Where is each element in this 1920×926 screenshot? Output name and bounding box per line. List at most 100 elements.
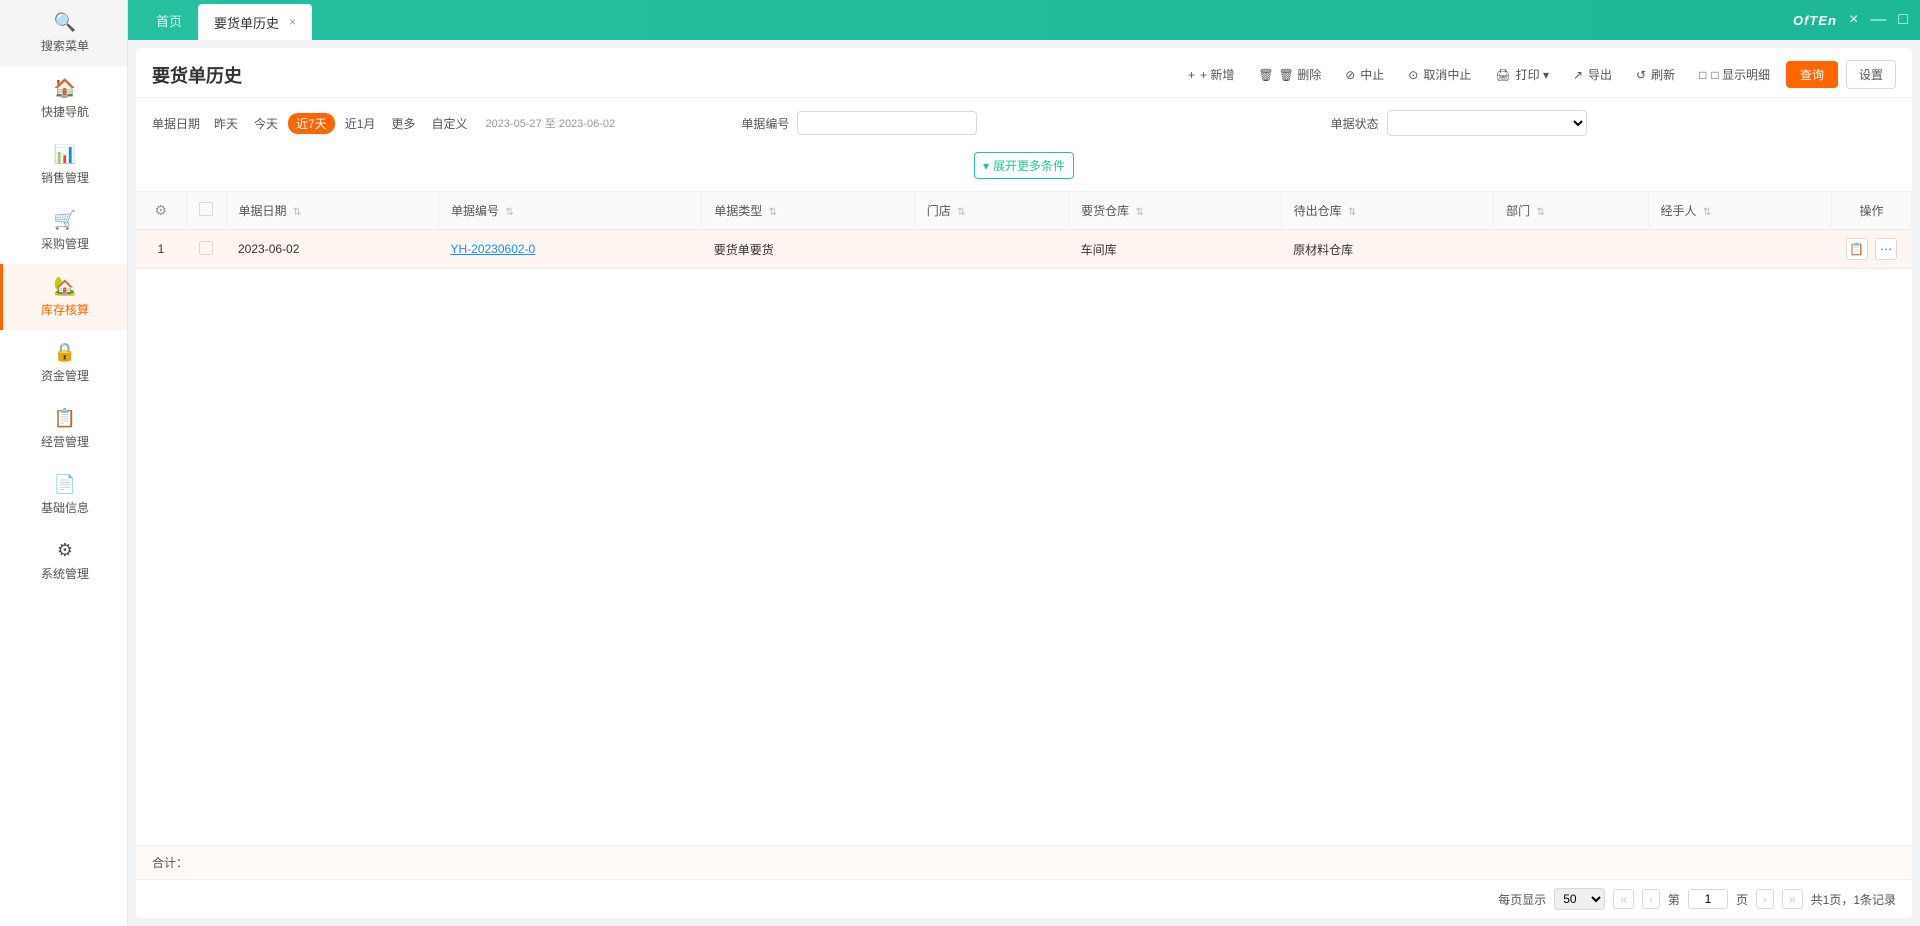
per-page-select[interactable]: 50 20 100 [1554,888,1605,910]
sort-icon-req-warehouse[interactable]: ⇅ [1136,207,1144,218]
tab-home[interactable]: 首页 [140,0,198,40]
sidebar-item-label: 销售管理 [41,169,89,186]
order-no-label: 单据编号 [741,115,789,132]
order-no-filter: 单据编号 [741,111,1306,135]
stop-button[interactable]: ⊘ 中止 [1337,62,1392,87]
row-num: 1 [136,230,186,269]
page-input[interactable] [1688,889,1728,909]
tab-close-icon[interactable]: × [289,15,296,29]
order-no-link[interactable]: YH-20230602-0 [450,242,535,256]
sidebar-item-inventory[interactable]: 🏡 库存核算 [0,264,127,330]
chevron-down-icon: ▾ [983,159,989,173]
date-btn-yesterday[interactable]: 昨天 [208,113,244,134]
row-req-warehouse: 车间库 [1069,230,1281,269]
refresh-button[interactable]: ↺ 刷新 [1628,62,1683,87]
main-content: 首页 要货单历史 × OfTEn × — □ 要货单历史 + + 新增 [128,0,1920,926]
col-req-warehouse: 要货仓库 ⇅ [1069,192,1281,230]
sidebar-item-label: 资金管理 [41,367,89,384]
sort-icon-pending-warehouse[interactable]: ⇅ [1348,207,1356,218]
row-view-btn[interactable]: 📋 [1846,238,1868,260]
topbar-actions: OfTEn × — □ [1793,11,1908,29]
row-operations: 📋 ⋯ [1832,230,1912,269]
sort-icon-handler[interactable]: ⇅ [1703,207,1711,218]
delete-button[interactable]: 🗑 🗑 删除 [1250,62,1329,87]
col-date: 单据日期 ⇅ [226,192,438,230]
cancel-stop-button[interactable]: ⊙ 取消中止 [1400,62,1479,87]
first-page-btn[interactable]: « [1613,889,1634,909]
status-label: 单据状态 [1331,115,1379,132]
stop-icon: ⊘ [1345,68,1355,82]
date-btn-last7days[interactable]: 近7天 [288,113,335,134]
row-checkbox-cell [186,230,226,269]
window-min-btn[interactable]: — [1870,11,1886,29]
sidebar-item-search-menu[interactable]: 🔍 搜索菜单 [0,0,127,66]
row-date: 2023-06-02 [226,230,438,269]
sidebar-item-quick-nav[interactable]: 🏠 快捷导航 [0,66,127,132]
add-button[interactable]: + + 新增 [1180,62,1242,87]
export-button[interactable]: ↗ 导出 [1565,62,1620,87]
col-settings: ⚙ [136,192,186,230]
page-label: 第 [1668,891,1680,908]
inventory-icon: 🏡 [54,276,76,297]
sidebar-item-basic-info[interactable]: 📄 基础信息 [0,462,127,528]
col-operations: 操作 [1832,192,1912,230]
col-order-no: 单据编号 ⇅ [438,192,701,230]
row-more-btn[interactable]: ⋯ [1875,238,1897,260]
date-btn-more[interactable]: 更多 [385,113,421,134]
show-detail-checkbox: □ [1699,68,1706,82]
sidebar-item-system[interactable]: ⚙ 系统管理 [0,528,127,594]
data-table: ⚙ 单据日期 ⇅ 单据编号 ⇅ [136,192,1912,269]
query-button[interactable]: 查询 [1786,61,1838,88]
sort-icon-store[interactable]: ⇅ [957,207,965,218]
sort-icon-order-no[interactable]: ⇅ [505,207,513,218]
tab-requisition-label: 要货单历史 [214,13,279,32]
sidebar-item-purchase[interactable]: 🛒 采购管理 [0,198,127,264]
row-handler [1648,230,1832,269]
expand-filter-button[interactable]: ▾ 展开更多条件 [974,152,1074,179]
status-filter: 单据状态 [1331,110,1896,136]
table-container: ⚙ 单据日期 ⇅ 单据编号 ⇅ [136,192,1912,845]
date-btn-custom[interactable]: 自定义 [425,113,473,134]
toolbar: + + 新增 🗑 🗑 删除 ⊘ 中止 ⊙ 取消中止 [1180,60,1896,89]
sort-icon-date[interactable]: ⇅ [293,207,301,218]
col-handler: 经手人 ⇅ [1648,192,1832,230]
page-area: 要货单历史 + + 新增 🗑 🗑 删除 ⊘ 中止 ⊙ [128,40,1920,926]
export-icon: ↗ [1573,68,1583,82]
tab-requisition-history[interactable]: 要货单历史 × [198,4,312,40]
col-pending-warehouse: 待出仓库 ⇅ [1281,192,1493,230]
next-page-btn[interactable]: › [1756,889,1774,909]
sidebar-item-label: 搜索菜单 [41,37,89,54]
system-icon: ⚙ [57,540,73,561]
topbar: 首页 要货单历史 × OfTEn × — □ [128,0,1920,40]
col-checkbox [186,192,226,230]
page-content: 要货单历史 + + 新增 🗑 🗑 删除 ⊘ 中止 ⊙ [136,48,1912,918]
finance-icon: 🔒 [54,342,76,363]
sort-icon-department[interactable]: ⇅ [1536,207,1544,218]
order-no-input[interactable] [797,111,977,135]
table-settings-icon[interactable]: ⚙ [154,202,167,218]
date-btn-last1month[interactable]: 近1月 [339,113,382,134]
row-checkbox[interactable] [199,241,213,255]
sidebar-item-label: 基础信息 [41,499,89,516]
date-btn-today[interactable]: 今天 [248,113,284,134]
sidebar-item-operations[interactable]: 📋 经营管理 [0,396,127,462]
window-max-btn[interactable]: □ [1898,11,1908,29]
window-close-btn[interactable]: × [1849,11,1858,29]
select-all-checkbox[interactable] [199,202,213,216]
status-select[interactable] [1387,110,1587,136]
last-page-btn[interactable]: » [1782,889,1803,909]
delete-icon: 🗑 [1258,68,1273,82]
table-row: 1 2023-06-02 YH-20230602-0 要货单要货 车间库 原材料… [136,230,1912,269]
total-label: 合计： [152,856,188,870]
sidebar-item-sales[interactable]: 📊 销售管理 [0,132,127,198]
settings-button[interactable]: 设置 [1846,60,1896,89]
refresh-icon: ↺ [1636,68,1646,82]
print-button[interactable]: 🖨 打印 ▾ [1487,62,1557,87]
sort-icon-order-type[interactable]: ⇅ [769,207,777,218]
page-header: 要货单历史 + + 新增 🗑 🗑 删除 ⊘ 中止 ⊙ [136,48,1912,98]
brand-label: OfTEn [1793,13,1837,28]
prev-page-btn[interactable]: ‹ [1642,889,1660,909]
show-detail-button[interactable]: □ □ 显示明细 [1691,62,1778,87]
sidebar-item-finance[interactable]: 🔒 资金管理 [0,330,127,396]
col-order-type: 单据类型 ⇅ [702,192,914,230]
